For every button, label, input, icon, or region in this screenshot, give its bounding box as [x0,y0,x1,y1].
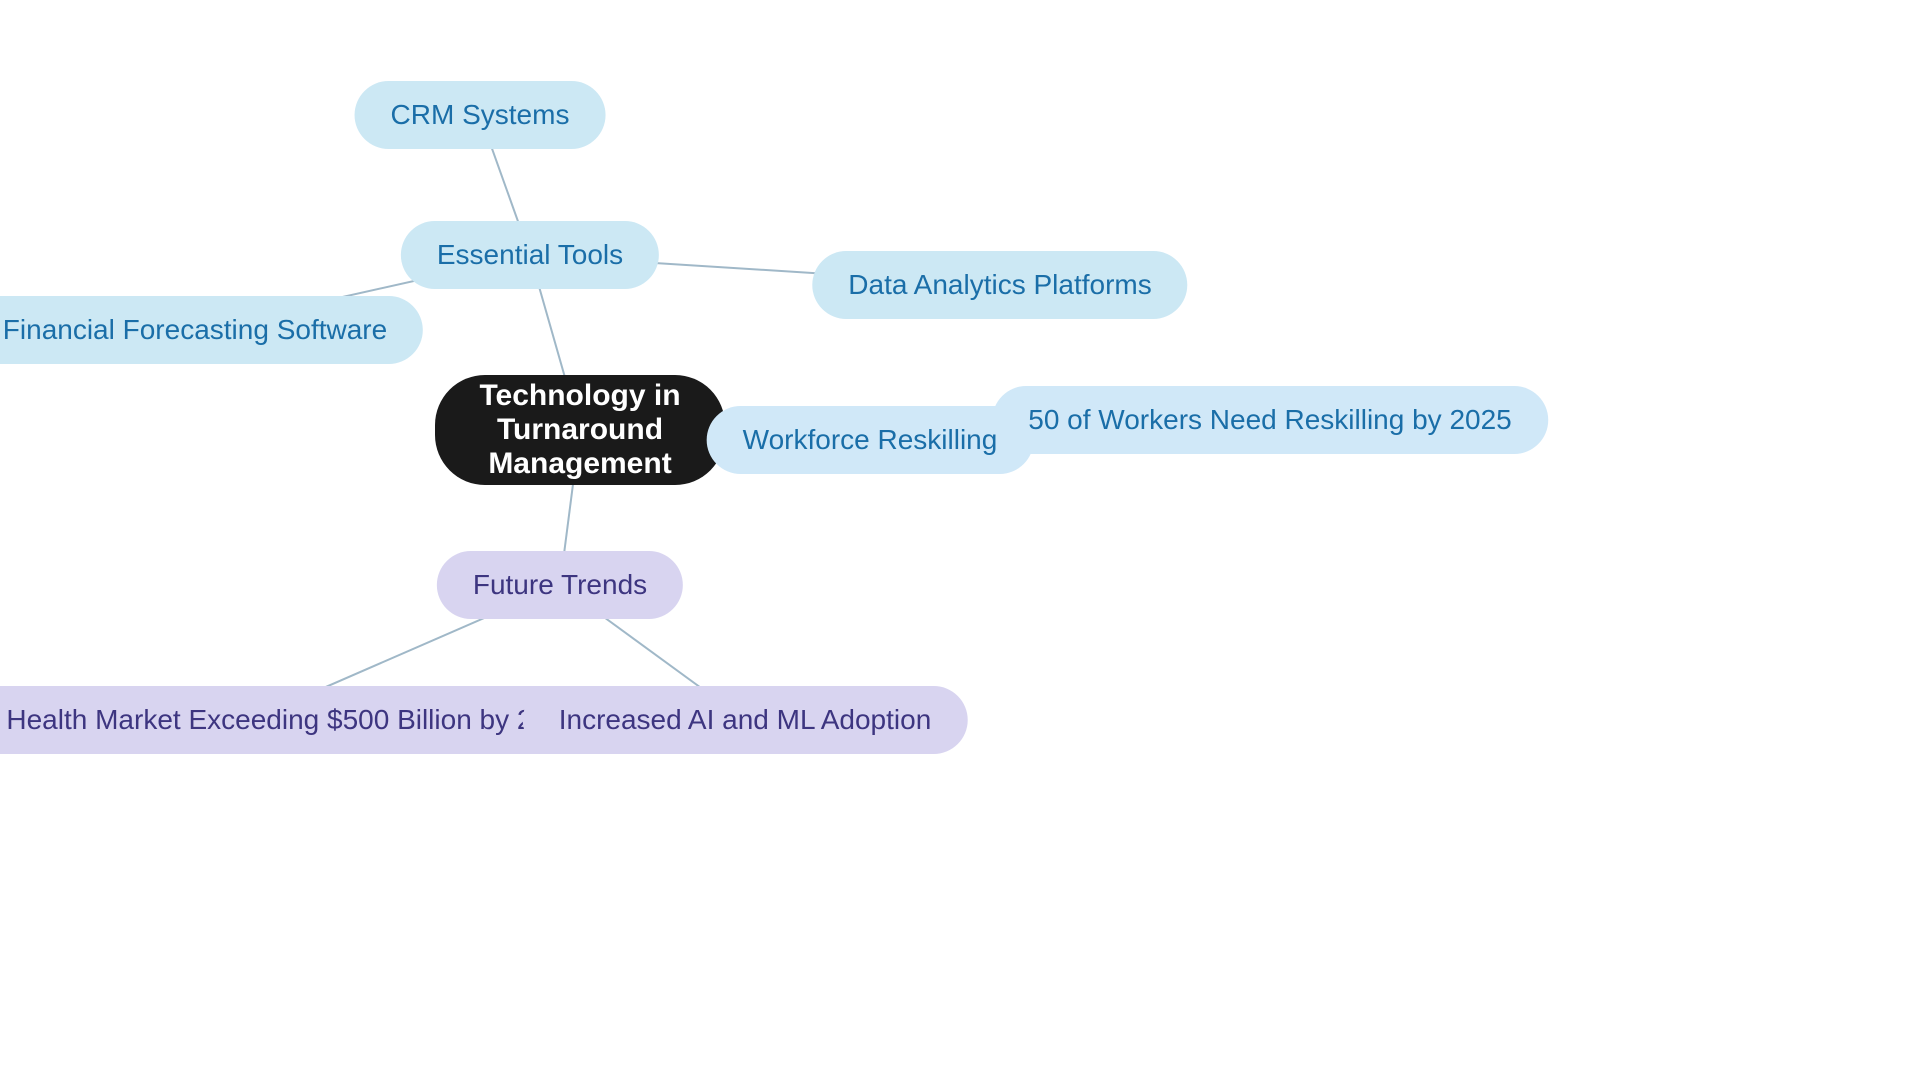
crm-systems-label: CRM Systems [391,99,570,131]
future-trends-label: Future Trends [473,569,647,601]
center-label: Technology in Turnaround Management [471,379,689,481]
mindmap-canvas: Technology in Turnaround Management Esse… [0,0,1920,1083]
future-trends-node[interactable]: Future Trends [437,551,683,619]
reskilling-stat-node[interactable]: 50 of Workers Need Reskilling by 2025 [992,386,1548,454]
center-node[interactable]: Technology in Turnaround Management [435,375,725,485]
reskilling-stat-label: 50 of Workers Need Reskilling by 2025 [1028,404,1512,436]
digital-health-label: Digital Health Market Exceeding $500 Bil… [0,704,579,736]
data-analytics-label: Data Analytics Platforms [848,269,1151,301]
financial-forecasting-node[interactable]: Financial Forecasting Software [0,296,423,364]
crm-systems-node[interactable]: CRM Systems [355,81,606,149]
ai-adoption-label: Increased AI and ML Adoption [559,704,932,736]
data-analytics-node[interactable]: Data Analytics Platforms [812,251,1187,319]
essential-tools-label: Essential Tools [437,239,623,271]
workforce-reskilling-node[interactable]: Workforce Reskilling [707,406,1034,474]
essential-tools-node[interactable]: Essential Tools [401,221,659,289]
ai-adoption-node[interactable]: Increased AI and ML Adoption [523,686,968,754]
financial-forecasting-label: Financial Forecasting Software [3,314,387,346]
workforce-reskilling-label: Workforce Reskilling [743,424,998,456]
